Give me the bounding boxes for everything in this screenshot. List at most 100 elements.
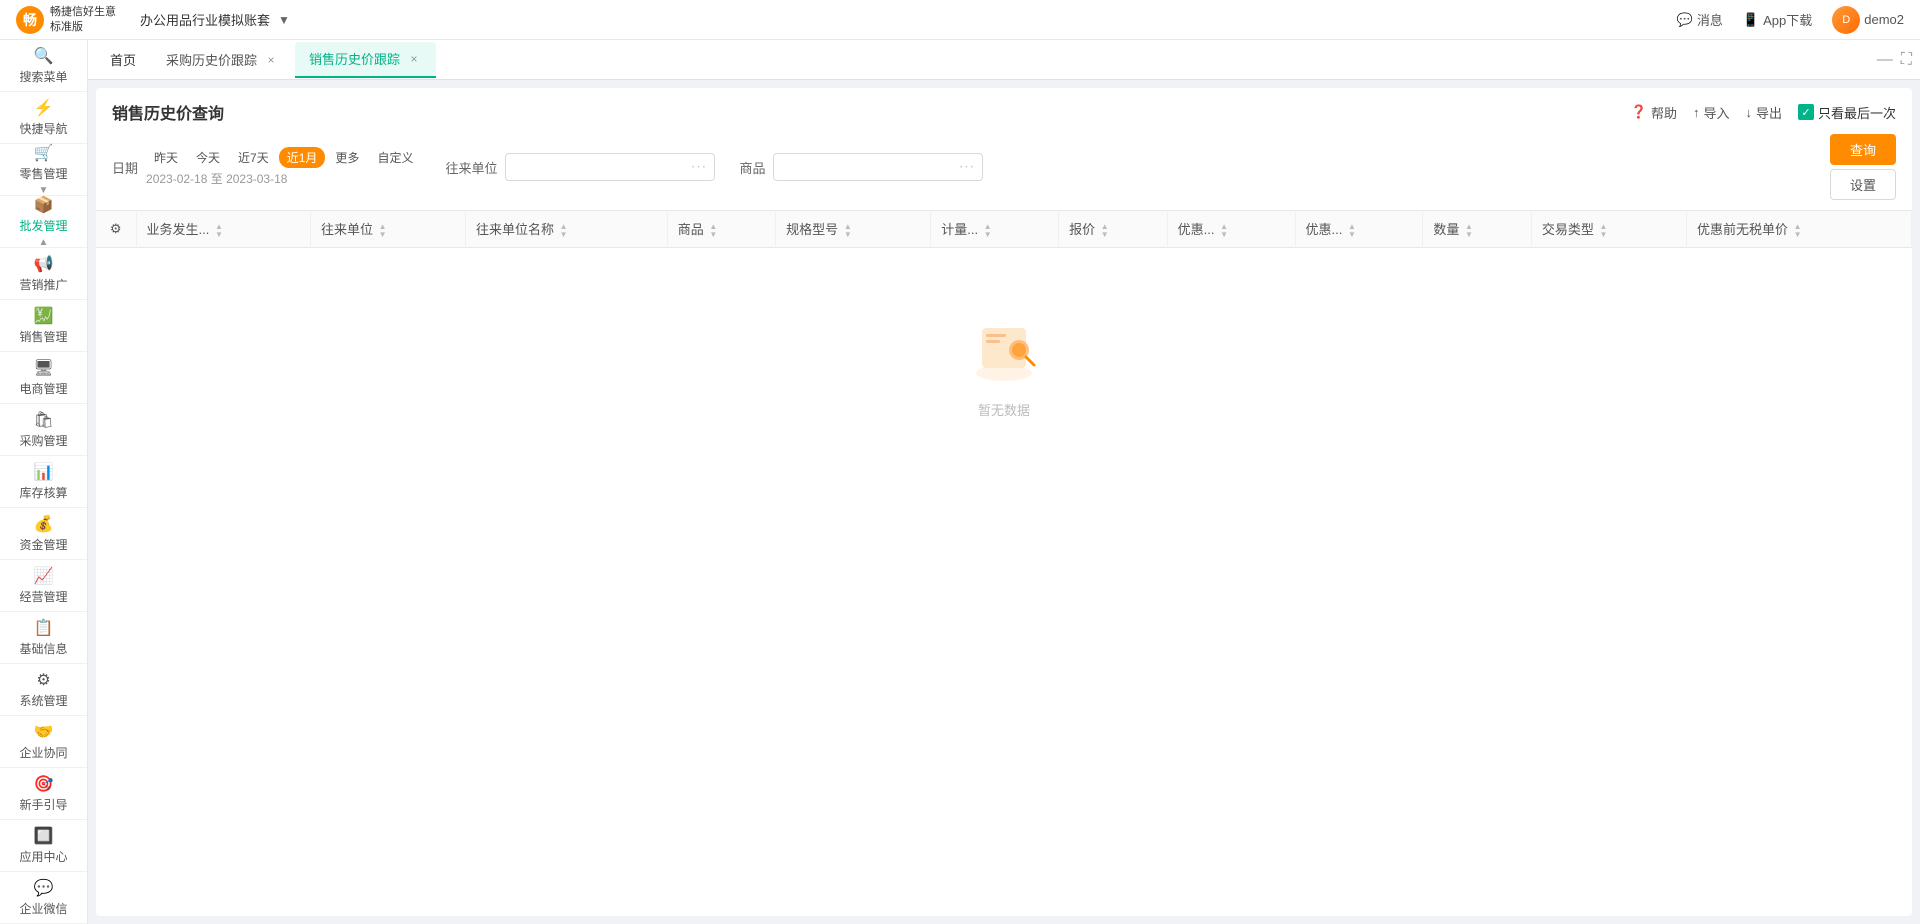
- col-product[interactable]: 商品 ▲▼: [667, 211, 775, 248]
- sort-icon-price: ▲▼: [1101, 223, 1109, 239]
- col-discount2[interactable]: 优惠... ▲▼: [1295, 211, 1423, 248]
- date-btn-yesterday[interactable]: 昨天: [146, 147, 186, 168]
- sidebar-item-guide[interactable]: 🎯 新手引导: [0, 768, 87, 820]
- sort-icon-quantity: ▲▼: [1465, 223, 1473, 239]
- help-icon: ❓: [1631, 104, 1647, 120]
- sidebar: 🔍 搜索菜单 ⚡ 快捷导航 🛒 零售管理 ▼ 📦 批发管理 ▲ 📢 营销推广 💹…: [0, 40, 88, 924]
- import-button[interactable]: ↑ 导入: [1693, 103, 1730, 122]
- import-icon: ↑: [1693, 105, 1700, 120]
- tab-minimize-icon[interactable]: —: [1877, 51, 1893, 69]
- top-bar: 畅 畅捷信好生意 标准版 办公用品行业模拟账套 ▼ 💬 消息 📱 App下载 D…: [0, 0, 1920, 40]
- sidebar-item-app-center[interactable]: 🔲 应用中心: [0, 820, 87, 872]
- settings-button[interactable]: 设置: [1830, 169, 1896, 200]
- date-btn-7days[interactable]: 近7天: [230, 147, 277, 168]
- search-icon: 🔍: [34, 46, 54, 66]
- tab-close-purchase-history[interactable]: ×: [263, 52, 279, 68]
- dropdown-arrow-icon[interactable]: ▼: [278, 13, 290, 27]
- table-container: ⚙ 业务发生... ▲▼ 往来单位 ▲▼ 往来单位名称: [96, 210, 1912, 916]
- sidebar-item-basic[interactable]: 📋 基础信息: [0, 612, 87, 664]
- app-download-button[interactable]: 📱 App下载: [1743, 10, 1812, 29]
- guide-icon: 🎯: [34, 774, 54, 794]
- col-trade-type[interactable]: 交易类型 ▲▼: [1531, 211, 1686, 248]
- date-btn-custom[interactable]: 自定义: [369, 147, 421, 168]
- export-icon: ↓: [1745, 105, 1752, 120]
- sidebar-item-wholesale[interactable]: 📦 批发管理 ▲: [0, 196, 87, 248]
- phone-icon: 📱: [1743, 12, 1759, 28]
- date-filter-group: 日期 昨天 今天 近7天 近1月 更多 自定义 2023-02-18 至 202…: [112, 147, 421, 187]
- col-partner-code[interactable]: 往来单位 ▲▼: [310, 211, 465, 248]
- query-button[interactable]: 查询: [1830, 134, 1896, 165]
- date-btn-today[interactable]: 今天: [188, 147, 228, 168]
- sidebar-item-sales[interactable]: 💹 销售管理: [0, 300, 87, 352]
- sidebar-item-enterprise[interactable]: 🤝 企业协同: [0, 716, 87, 768]
- col-discount1[interactable]: 优惠... ▲▼: [1167, 211, 1295, 248]
- product-search-icon[interactable]: ···: [958, 158, 974, 176]
- sidebar-item-inventory[interactable]: 📊 库存核算: [0, 456, 87, 508]
- product-input[interactable]: [782, 160, 958, 175]
- table-settings-col[interactable]: ⚙: [96, 211, 136, 248]
- only-last-checkbox[interactable]: ✓ 只看最后一次: [1798, 103, 1896, 122]
- table-header-row: ⚙ 业务发生... ▲▼ 往来单位 ▲▼ 往来单位名称: [96, 211, 1912, 248]
- enterprise-icon: 🤝: [34, 722, 54, 742]
- date-label: 日期: [112, 158, 138, 177]
- tab-purchase-history[interactable]: 采购历史价跟踪 ×: [152, 42, 293, 78]
- sort-icon-unit: ▲▼: [984, 223, 992, 239]
- sidebar-item-retail[interactable]: 🛒 零售管理 ▼: [0, 144, 87, 196]
- sidebar-item-operation[interactable]: 📈 经营管理: [0, 560, 87, 612]
- sidebar-item-wechat[interactable]: 💬 企业微信: [0, 872, 87, 924]
- wechat-icon: 💬: [34, 878, 54, 898]
- col-partner-name[interactable]: 往来单位名称 ▲▼: [466, 211, 668, 248]
- tab-maximize-icon[interactable]: ⛶: [1901, 51, 1912, 69]
- finance-icon: 💰: [34, 514, 54, 534]
- main-layout: 🔍 搜索菜单 ⚡ 快捷导航 🛒 零售管理 ▼ 📦 批发管理 ▲ 📢 营销推广 💹…: [0, 40, 1920, 924]
- partner-label: 往来单位: [445, 158, 497, 177]
- chevron-up-icon: ▲: [39, 237, 49, 248]
- empty-state: 暂无数据: [96, 248, 1912, 479]
- sidebar-item-marketing[interactable]: 📢 营销推广: [0, 248, 87, 300]
- logo-text: 畅捷信好生意 标准版: [50, 5, 116, 34]
- sidebar-item-quick-nav[interactable]: ⚡ 快捷导航: [0, 92, 87, 144]
- filter-bar: 日期 昨天 今天 近7天 近1月 更多 自定义 2023-02-18 至 202…: [96, 124, 1912, 210]
- col-biz-date[interactable]: 业务发生... ▲▼: [136, 211, 310, 248]
- page-header: 销售历史价查询 ❓ 帮助 ↑ 导入 ↓ 导出 ✓: [96, 88, 1912, 124]
- sort-icon-pretax-price: ▲▼: [1794, 223, 1802, 239]
- sidebar-item-system[interactable]: ⚙ 系统管理: [0, 664, 87, 716]
- tab-home[interactable]: 首页: [96, 42, 150, 78]
- product-input-wrapper: ···: [773, 153, 983, 181]
- sort-icon-spec: ▲▼: [844, 223, 852, 239]
- tab-close-sales-history[interactable]: ×: [406, 51, 422, 67]
- partner-input-wrapper: ···: [505, 153, 715, 181]
- content-area: 首页 采购历史价跟踪 × 销售历史价跟踪 × — ⛶ 销售历史价查询: [88, 40, 1920, 924]
- sort-icon-discount2: ▲▼: [1348, 223, 1356, 239]
- product-label: 商品: [739, 158, 765, 177]
- partner-search-icon[interactable]: ···: [690, 158, 706, 176]
- col-unit[interactable]: 计量... ▲▼: [931, 211, 1059, 248]
- sidebar-item-purchase[interactable]: 🛍 采购管理: [0, 404, 87, 456]
- purchase-icon: 🛍: [33, 410, 53, 430]
- date-range-buttons: 昨天 今天 近7天 近1月 更多 自定义: [146, 147, 421, 168]
- export-button[interactable]: ↓ 导出: [1745, 103, 1782, 122]
- user-area[interactable]: D demo2: [1832, 6, 1904, 34]
- page-content: 销售历史价查询 ❓ 帮助 ↑ 导入 ↓ 导出 ✓: [96, 88, 1912, 916]
- avatar: D: [1832, 6, 1860, 34]
- sidebar-item-ecommerce[interactable]: 🖥 电商管理: [0, 352, 87, 404]
- col-spec[interactable]: 规格型号 ▲▼: [776, 211, 931, 248]
- date-btn-more[interactable]: 更多: [327, 147, 367, 168]
- sort-icon-trade-type: ▲▼: [1600, 223, 1608, 239]
- empty-icon: [964, 308, 1044, 388]
- settings-col-icon: ⚙: [110, 221, 122, 236]
- tab-sales-history[interactable]: 销售历史价跟踪 ×: [295, 42, 436, 78]
- system-icon: ⚙: [36, 670, 50, 690]
- col-pretax-price[interactable]: 优惠前无税单价 ▲▼: [1686, 211, 1911, 248]
- message-button[interactable]: 💬 消息: [1677, 10, 1723, 29]
- top-bar-left: 畅 畅捷信好生意 标准版 办公用品行业模拟账套 ▼: [16, 5, 290, 34]
- col-price[interactable]: 报价 ▲▼: [1059, 211, 1167, 248]
- sort-icon-partner-name: ▲▼: [560, 223, 568, 239]
- col-quantity[interactable]: 数量 ▲▼: [1423, 211, 1531, 248]
- help-button[interactable]: ❓ 帮助: [1631, 103, 1677, 122]
- partner-input[interactable]: [514, 160, 690, 175]
- sidebar-item-finance[interactable]: 💰 资金管理: [0, 508, 87, 560]
- date-btn-1month[interactable]: 近1月: [279, 147, 326, 168]
- sidebar-item-search-menu[interactable]: 🔍 搜索菜单: [0, 40, 87, 92]
- sort-icon-discount1: ▲▼: [1220, 223, 1228, 239]
